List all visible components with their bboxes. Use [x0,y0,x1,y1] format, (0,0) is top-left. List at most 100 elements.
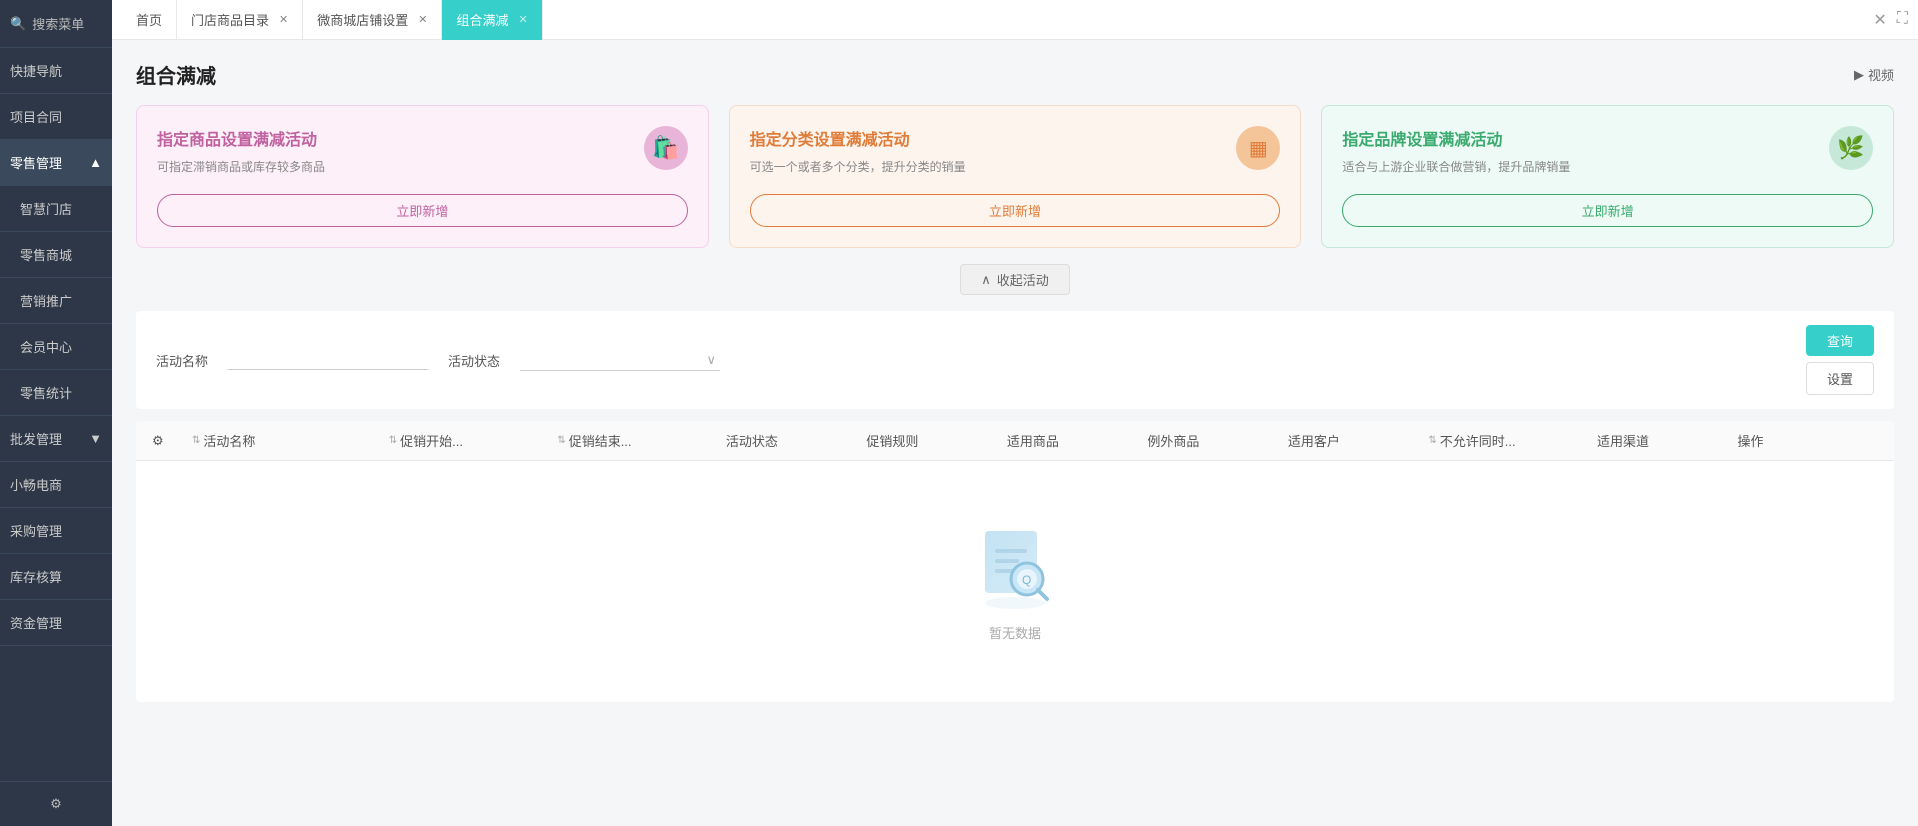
sidebar-item-retail-mgmt[interactable]: 零售管理 ▲ [0,140,112,186]
leaf-icon: 🌿 [1837,135,1864,161]
tab-wechat-store[interactable]: 微商城店铺设置 ✕ [303,0,442,40]
sidebar-item-label: 批发管理 [10,429,62,448]
sidebar-item-purchase-mgmt[interactable]: 采购管理 [0,508,112,554]
chevron-up-icon: ▲ [89,155,102,170]
filter-name-label: 活动名称 [156,351,208,370]
sidebar-item-retail-mall[interactable]: 零售商城 [0,232,112,278]
category-add-button[interactable]: 立即新增 [750,194,1281,227]
sidebar-item-member-center[interactable]: 会员中心 [0,324,112,370]
query-button[interactable]: 查询 [1806,325,1874,356]
sort-icon: ⇅ [192,435,200,446]
sidebar-item-label: 采购管理 [10,521,62,540]
sidebar-item-label: 资金管理 [10,613,62,632]
sidebar-item-project-contract[interactable]: 项目合同 [0,94,112,140]
brand-add-button[interactable]: 立即新增 [1342,194,1873,227]
sidebar-item-label: 快捷导航 [10,61,62,80]
th-rule: 促销规则 [866,431,1007,450]
tab-close-icon[interactable]: ✕ [279,13,288,26]
sort-icon: ⇅ [557,435,565,446]
collapse-button[interactable]: ∧ 收起活动 [960,264,1070,295]
sidebar-item-label: 智慧门店 [20,199,72,218]
sidebar-item-label: 零售商城 [20,245,72,264]
brand-card-title: 指定品牌设置满减活动 [1342,126,1873,150]
th-label: 促销规则 [866,431,918,450]
tab-bar-actions: ✕ ⛶ [1873,10,1908,30]
th-status: 活动状态 [726,431,867,450]
sidebar-item-marketing[interactable]: 营销推广 [0,278,112,324]
goods-card-desc: 可指定滞销商品或库存较多商品 [157,158,688,176]
category-icon: ▦ [1249,136,1268,161]
bag-icon: 🛍️ [652,135,679,161]
video-label: 视频 [1868,65,1894,84]
filter-actions: 查询 设置 [1806,325,1874,395]
chevron-up-icon: ∧ [981,272,991,288]
collapse-label: 收起活动 [997,270,1049,289]
setting-button[interactable]: 设置 [1806,362,1874,395]
tab-home[interactable]: 首页 [122,0,177,40]
table-header: ⚙ ⇅ 活动名称 ⇅ 促销开始... ⇅ 促销结束... 活动状态 [136,421,1894,461]
th-customer: 适用客户 [1288,431,1429,450]
search-icon: 🔍 [10,16,26,32]
th-label: 促销开始... [400,431,463,450]
goods-add-button[interactable]: 立即新增 [157,194,688,227]
activity-card-goods: 🛍️ 指定商品设置满减活动 可指定滞销商品或库存较多商品 立即新增 [136,105,709,248]
th-end[interactable]: ⇅ 促销结束... [557,431,726,450]
th-name[interactable]: ⇅ 活动名称 [192,431,389,450]
tab-close-icon[interactable]: ✕ [418,13,427,26]
th-label: 适用客户 [1288,431,1340,450]
gear-icon: ⚙ [50,796,62,812]
main-area: 首页 门店商品目录 ✕ 微商城店铺设置 ✕ 组合满减 ✕ ✕ ⛶ 组合满减 ▶ … [112,0,1918,826]
sidebar-settings[interactable]: ⚙ [0,781,112,826]
tab-close-icon[interactable]: ✕ [519,13,528,26]
filter-name-input[interactable] [228,350,428,370]
chevron-down-icon: ∨ [707,352,717,368]
tab-store-catalog[interactable]: 门店商品目录 ✕ [177,0,303,40]
sidebar-item-smart-store[interactable]: 智慧门店 [0,186,112,232]
close-window-icon[interactable]: ✕ [1873,10,1886,30]
tab-bar: 首页 门店商品目录 ✕ 微商城店铺设置 ✕ 组合满减 ✕ ✕ ⛶ [112,0,1918,40]
empty-text: 暂无数据 [989,623,1041,642]
th-label: 活动状态 [726,431,778,450]
tab-combo-discount[interactable]: 组合满减 ✕ [442,0,542,40]
th-start[interactable]: ⇅ 促销开始... [389,431,558,450]
tab-label: 首页 [136,10,162,29]
fullscreen-icon[interactable]: ⛶ [1897,10,1908,30]
th-label: 例外商品 [1147,431,1199,450]
sidebar-item-xiaochang[interactable]: 小畅电商 [0,462,112,508]
th-action: 操作 [1737,431,1878,450]
th-label: 适用渠道 [1597,431,1649,450]
filter-row: 活动名称 活动状态 ∨ 查询 设置 [136,311,1894,409]
tab-label: 组合满减 [456,10,508,29]
page-title: 组合满减 [136,60,216,89]
filter-status-select[interactable]: ∨ [520,350,720,371]
category-card-title: 指定分类设置满减活动 [750,126,1281,150]
sidebar-item-label: 项目合同 [10,107,62,126]
sidebar-item-quick-nav[interactable]: 快捷导航 [0,48,112,94]
th-label: 活动名称 [203,431,255,450]
activity-card-brand: 🌿 指定品牌设置满减活动 适合与上游企业联合做营销，提升品牌销量 立即新增 [1321,105,1894,248]
th-label: 操作 [1737,431,1763,450]
sidebar-item-finance-mgmt[interactable]: 资金管理 [0,600,112,646]
empty-illustration: Q [965,521,1065,611]
sort-icon: ⇅ [389,435,397,446]
th-label: 不允许同时... [1440,431,1516,450]
tab-label: 门店商品目录 [191,10,269,29]
sidebar-item-stock-calc[interactable]: 库存核算 [0,554,112,600]
filter-status-label: 活动状态 [448,351,500,370]
sidebar-search[interactable]: 🔍 搜索菜单 [0,0,112,48]
th-label: 适用商品 [1007,431,1059,450]
sidebar-item-retail-stats[interactable]: 零售统计 [0,370,112,416]
video-link[interactable]: ▶ 视频 [1854,65,1894,84]
th-goods: 适用商品 [1007,431,1148,450]
sidebar-item-label: 零售管理 [10,153,62,172]
svg-text:Q: Q [1022,573,1031,587]
collapse-button-wrapper: ∧ 收起活动 [136,264,1894,295]
th-channel: 适用渠道 [1597,431,1738,450]
sidebar-item-label: 库存核算 [10,567,62,586]
sort-icon: ⇅ [1428,435,1436,446]
sidebar-item-wholesale-mgmt[interactable]: 批发管理 ▼ [0,416,112,462]
empty-state: Q 暂无数据 [136,461,1894,702]
th-gear[interactable]: ⚙ [152,433,192,449]
sidebar-item-label: 营销推广 [20,291,72,310]
th-notsame[interactable]: ⇅ 不允许同时... [1428,431,1597,450]
